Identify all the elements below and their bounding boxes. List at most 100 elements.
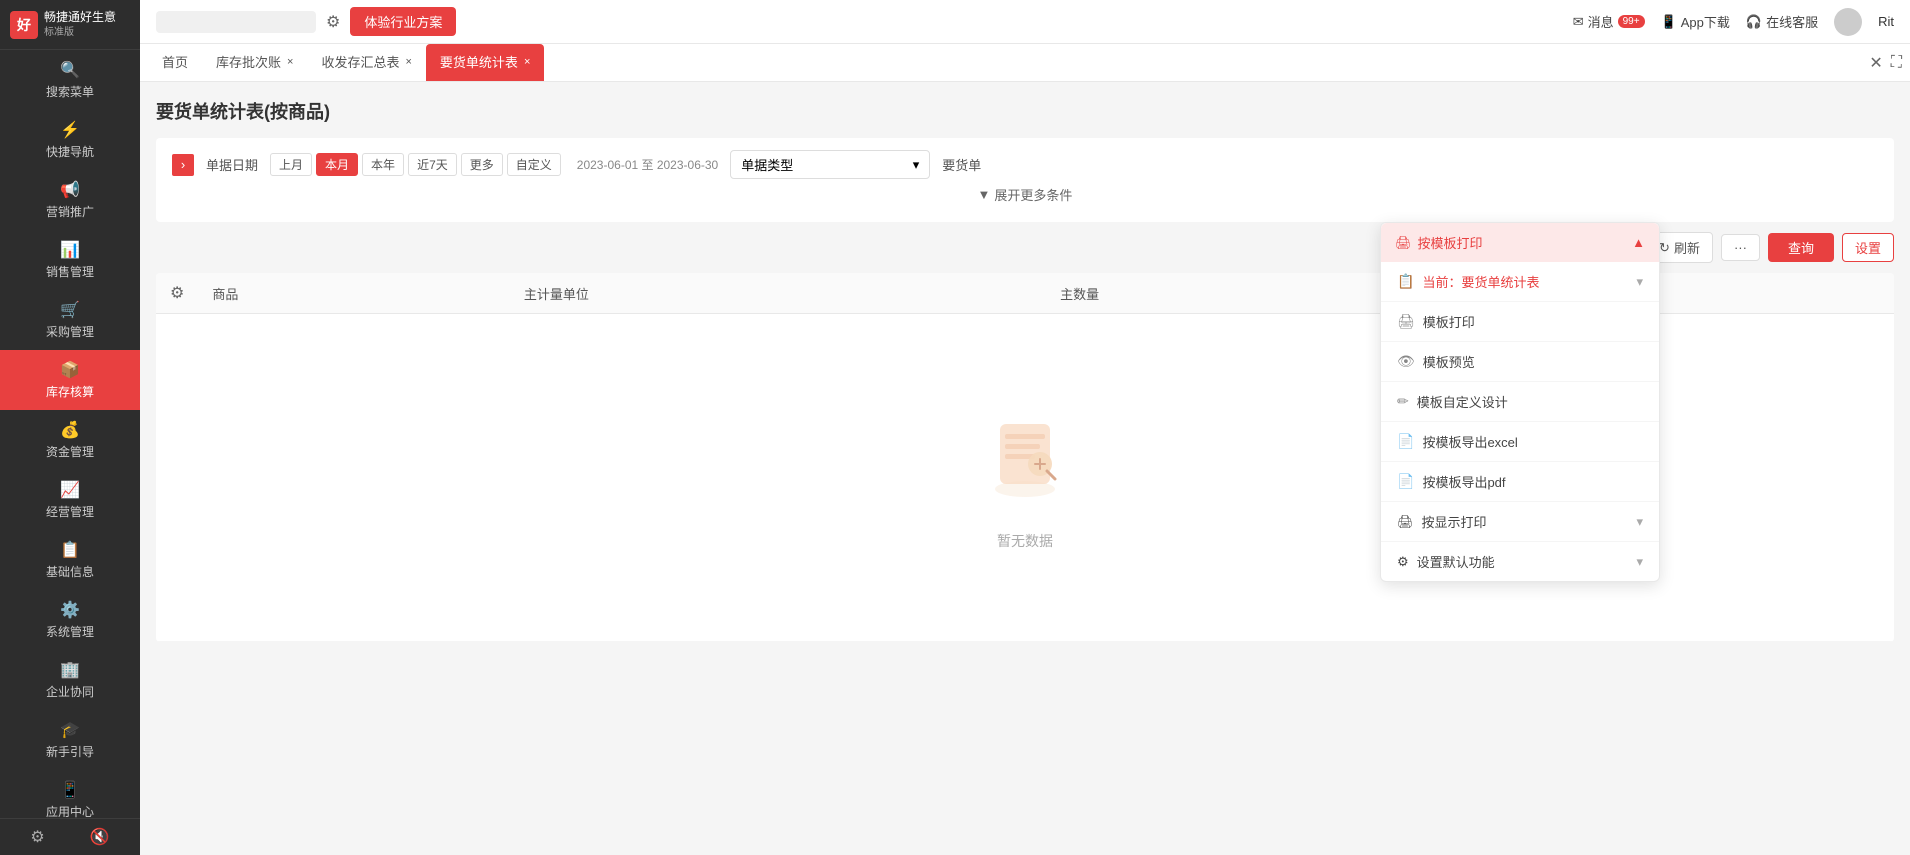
tab-close-receivable-summary[interactable]: × <box>405 56 411 68</box>
filter-area: › 单据日期 上月 本月 本年 近7天 更多 自定义 2023-06-01 至 … <box>156 138 1894 222</box>
sidebar-item-marketing[interactable]: 📢 营销推广 <box>0 170 140 230</box>
dropdown-chevron-icon[interactable]: ▲ <box>1632 235 1645 250</box>
dropdown-header-left: 🖨 按模板打印 <box>1395 233 1483 252</box>
dropdown-template-preview[interactable]: 👁 模板预览 <box>1381 342 1659 382</box>
export-pdf-icon: 📄 <box>1397 473 1414 490</box>
col-quantity: 主数量 <box>1046 273 1432 314</box>
header-gear-icon[interactable]: ⚙ <box>326 12 340 32</box>
tab-maximize-button[interactable]: ⛶ <box>1891 54 1902 72</box>
empty-icon <box>975 404 1075 519</box>
header-right: ✉ 消息 99+ 📱 App下载 🎧 在线客服 Rit <box>1573 8 1894 36</box>
service-icon: 🎧 <box>1746 14 1762 30</box>
inventory-icon: 📦 <box>60 360 80 380</box>
dropdown-set-default[interactable]: ⚙ 设置默认功能 ▾ <box>1381 542 1659 581</box>
tab-close-all-button[interactable]: ✕ <box>1869 53 1882 73</box>
display-print-icon: 🖨 <box>1397 514 1414 530</box>
type-select[interactable]: 单据类型 ▾ <box>730 150 930 179</box>
date-range: 2023-06-01 至 2023-06-30 <box>577 156 718 173</box>
sidebar-item-system[interactable]: ⚙️ 系统管理 <box>0 590 140 650</box>
sidebar-item-inventory[interactable]: 📦 库存核算 <box>0 350 140 410</box>
dropdown-menu: 🖨 按模板打印 ▲ 📋 当前：要货单统计表 ▾ 🖨 模板打印 👁 模板预览 ✏ <box>1380 222 1660 582</box>
filter-expand-icon[interactable]: › <box>172 154 194 176</box>
breadcrumb-input[interactable] <box>156 11 316 33</box>
date-btn-custom[interactable]: 自定义 <box>507 153 561 176</box>
display-print-arrow: ▾ <box>1636 514 1643 530</box>
expand-conditions-button[interactable]: ▼ 展开更多条件 <box>978 185 1073 204</box>
dropdown-export-excel[interactable]: 📄 按模板导出excel <box>1381 422 1659 462</box>
sidebar-item-purchase[interactable]: 🛒 采购管理 <box>0 290 140 350</box>
sidebar-item-guide[interactable]: 🎓 新手引导 <box>0 710 140 770</box>
column-settings-button[interactable]: ⚙ <box>170 283 184 303</box>
settings-button[interactable]: 设置 <box>1842 233 1894 262</box>
page-content: 要货单统计表(按商品) › 单据日期 上月 本月 本年 近7天 更多 自定义 2… <box>140 82 1910 855</box>
set-default-icon: ⚙ <box>1397 554 1409 570</box>
requisition-label: 要货单 <box>942 155 981 174</box>
expand-icon: ▼ <box>978 187 991 202</box>
main-area: ⚙ 体验行业方案 ✉ 消息 99+ 📱 App下载 🎧 在线客服 Rit 首页 <box>140 0 1910 855</box>
settings-icon[interactable]: ⚙ <box>30 827 44 847</box>
date-btn-last-month[interactable]: 上月 <box>270 153 312 176</box>
sidebar-item-search[interactable]: 🔍 搜索菜单 <box>0 50 140 110</box>
mute-icon[interactable]: 🔇 <box>90 827 110 847</box>
dropdown-export-pdf[interactable]: 📄 按模板导出pdf <box>1381 462 1659 502</box>
sidebar-item-quick-nav[interactable]: ⚡ 快捷导航 <box>0 110 140 170</box>
tab-bar-actions: ✕ ⛶ <box>1869 53 1902 73</box>
avatar[interactable] <box>1834 8 1862 36</box>
tab-requisition-stats[interactable]: 要货单统计表 × <box>426 44 544 81</box>
date-btn-this-month[interactable]: 本月 <box>316 153 358 176</box>
sidebar-item-operations[interactable]: 📈 经营管理 <box>0 470 140 530</box>
dropdown-template-print[interactable]: 🖨 模板打印 <box>1381 302 1659 342</box>
tab-home[interactable]: 首页 <box>148 44 202 81</box>
date-shortcuts: 上月 本月 本年 近7天 更多 自定义 <box>270 153 561 176</box>
filter-row: › 单据日期 上月 本月 本年 近7天 更多 自定义 2023-06-01 至 … <box>172 150 1878 179</box>
tab-close-requisition-stats[interactable]: × <box>524 56 530 68</box>
search-icon: 🔍 <box>60 60 80 80</box>
expand-row: ▼ 展开更多条件 <box>172 179 1878 210</box>
set-default-arrow: ▾ <box>1636 554 1643 570</box>
tab-close-inventory-batch[interactable]: × <box>287 56 293 68</box>
tab-bar: 首页 库存批次账 × 收发存汇总表 × 要货单统计表 × ✕ ⛶ <box>140 44 1910 82</box>
tab-receivable-summary[interactable]: 收发存汇总表 × <box>307 44 425 81</box>
query-button[interactable]: 查询 <box>1768 233 1834 262</box>
template-custom-icon: ✏ <box>1397 393 1409 410</box>
sidebar-item-basic-info[interactable]: 📋 基础信息 <box>0 530 140 590</box>
logo-text: 畅捷通好生意 标准版 <box>44 10 116 39</box>
online-service-action[interactable]: 🎧 在线客服 <box>1746 12 1818 31</box>
date-btn-7days[interactable]: 近7天 <box>408 153 457 176</box>
sidebar-nav: 🔍 搜索菜单 ⚡ 快捷导航 📢 营销推广 📊 销售管理 🛒 采购管理 📦 库存核… <box>0 50 140 818</box>
date-label: 单据日期 <box>206 155 258 174</box>
system-icon: ⚙️ <box>60 600 80 620</box>
print-menu-icon: 🖨 <box>1395 235 1412 251</box>
header-left: ⚙ 体验行业方案 <box>156 7 456 36</box>
sidebar-item-enterprise[interactable]: 🏢 企业协同 <box>0 650 140 710</box>
finance-icon: 💰 <box>60 420 80 440</box>
dropdown-template-custom[interactable]: ✏ 模板自定义设计 <box>1381 382 1659 422</box>
basic-info-icon: 📋 <box>60 540 80 560</box>
sidebar: 好 畅捷通好生意 标准版 🔍 搜索菜单 ⚡ 快捷导航 📢 营销推广 📊 销售管理… <box>0 0 140 855</box>
app-download-action[interactable]: 📱 App下载 <box>1661 12 1730 31</box>
refresh-icon: ↻ <box>1659 240 1670 256</box>
message-badge: 99+ <box>1618 15 1645 28</box>
enterprise-icon: 🏢 <box>60 660 80 680</box>
date-btn-more[interactable]: 更多 <box>461 153 503 176</box>
sidebar-item-finance[interactable]: 💰 资金管理 <box>0 410 140 470</box>
template-preview-icon: 👁 <box>1397 353 1415 370</box>
guide-icon: 🎓 <box>60 720 80 740</box>
operations-icon: 📈 <box>60 480 80 500</box>
template-print-icon: 🖨 <box>1397 313 1415 330</box>
tab-inventory-batch[interactable]: 库存批次账 × <box>202 44 307 81</box>
sales-icon: 📊 <box>60 240 80 260</box>
sidebar-item-app-center[interactable]: 📱 应用中心 <box>0 770 140 818</box>
more-button[interactable]: ··· <box>1721 234 1760 261</box>
message-icon: ✉ <box>1573 14 1584 30</box>
trial-button[interactable]: 体验行业方案 <box>350 7 456 36</box>
message-action[interactable]: ✉ 消息 99+ <box>1573 12 1645 31</box>
top-header: ⚙ 体验行业方案 ✉ 消息 99+ 📱 App下载 🎧 在线客服 Rit <box>140 0 1910 44</box>
date-btn-this-year[interactable]: 本年 <box>362 153 404 176</box>
dropdown-current-template[interactable]: 📋 当前：要货单统计表 ▾ <box>1381 262 1659 302</box>
sidebar-item-sales[interactable]: 📊 销售管理 <box>0 230 140 290</box>
current-template-arrow: ▾ <box>1636 274 1643 290</box>
col-settings: ⚙ <box>156 273 198 314</box>
dropdown-display-print[interactable]: 🖨 按显示打印 ▾ <box>1381 502 1659 542</box>
col-product: 商品 <box>198 273 509 314</box>
